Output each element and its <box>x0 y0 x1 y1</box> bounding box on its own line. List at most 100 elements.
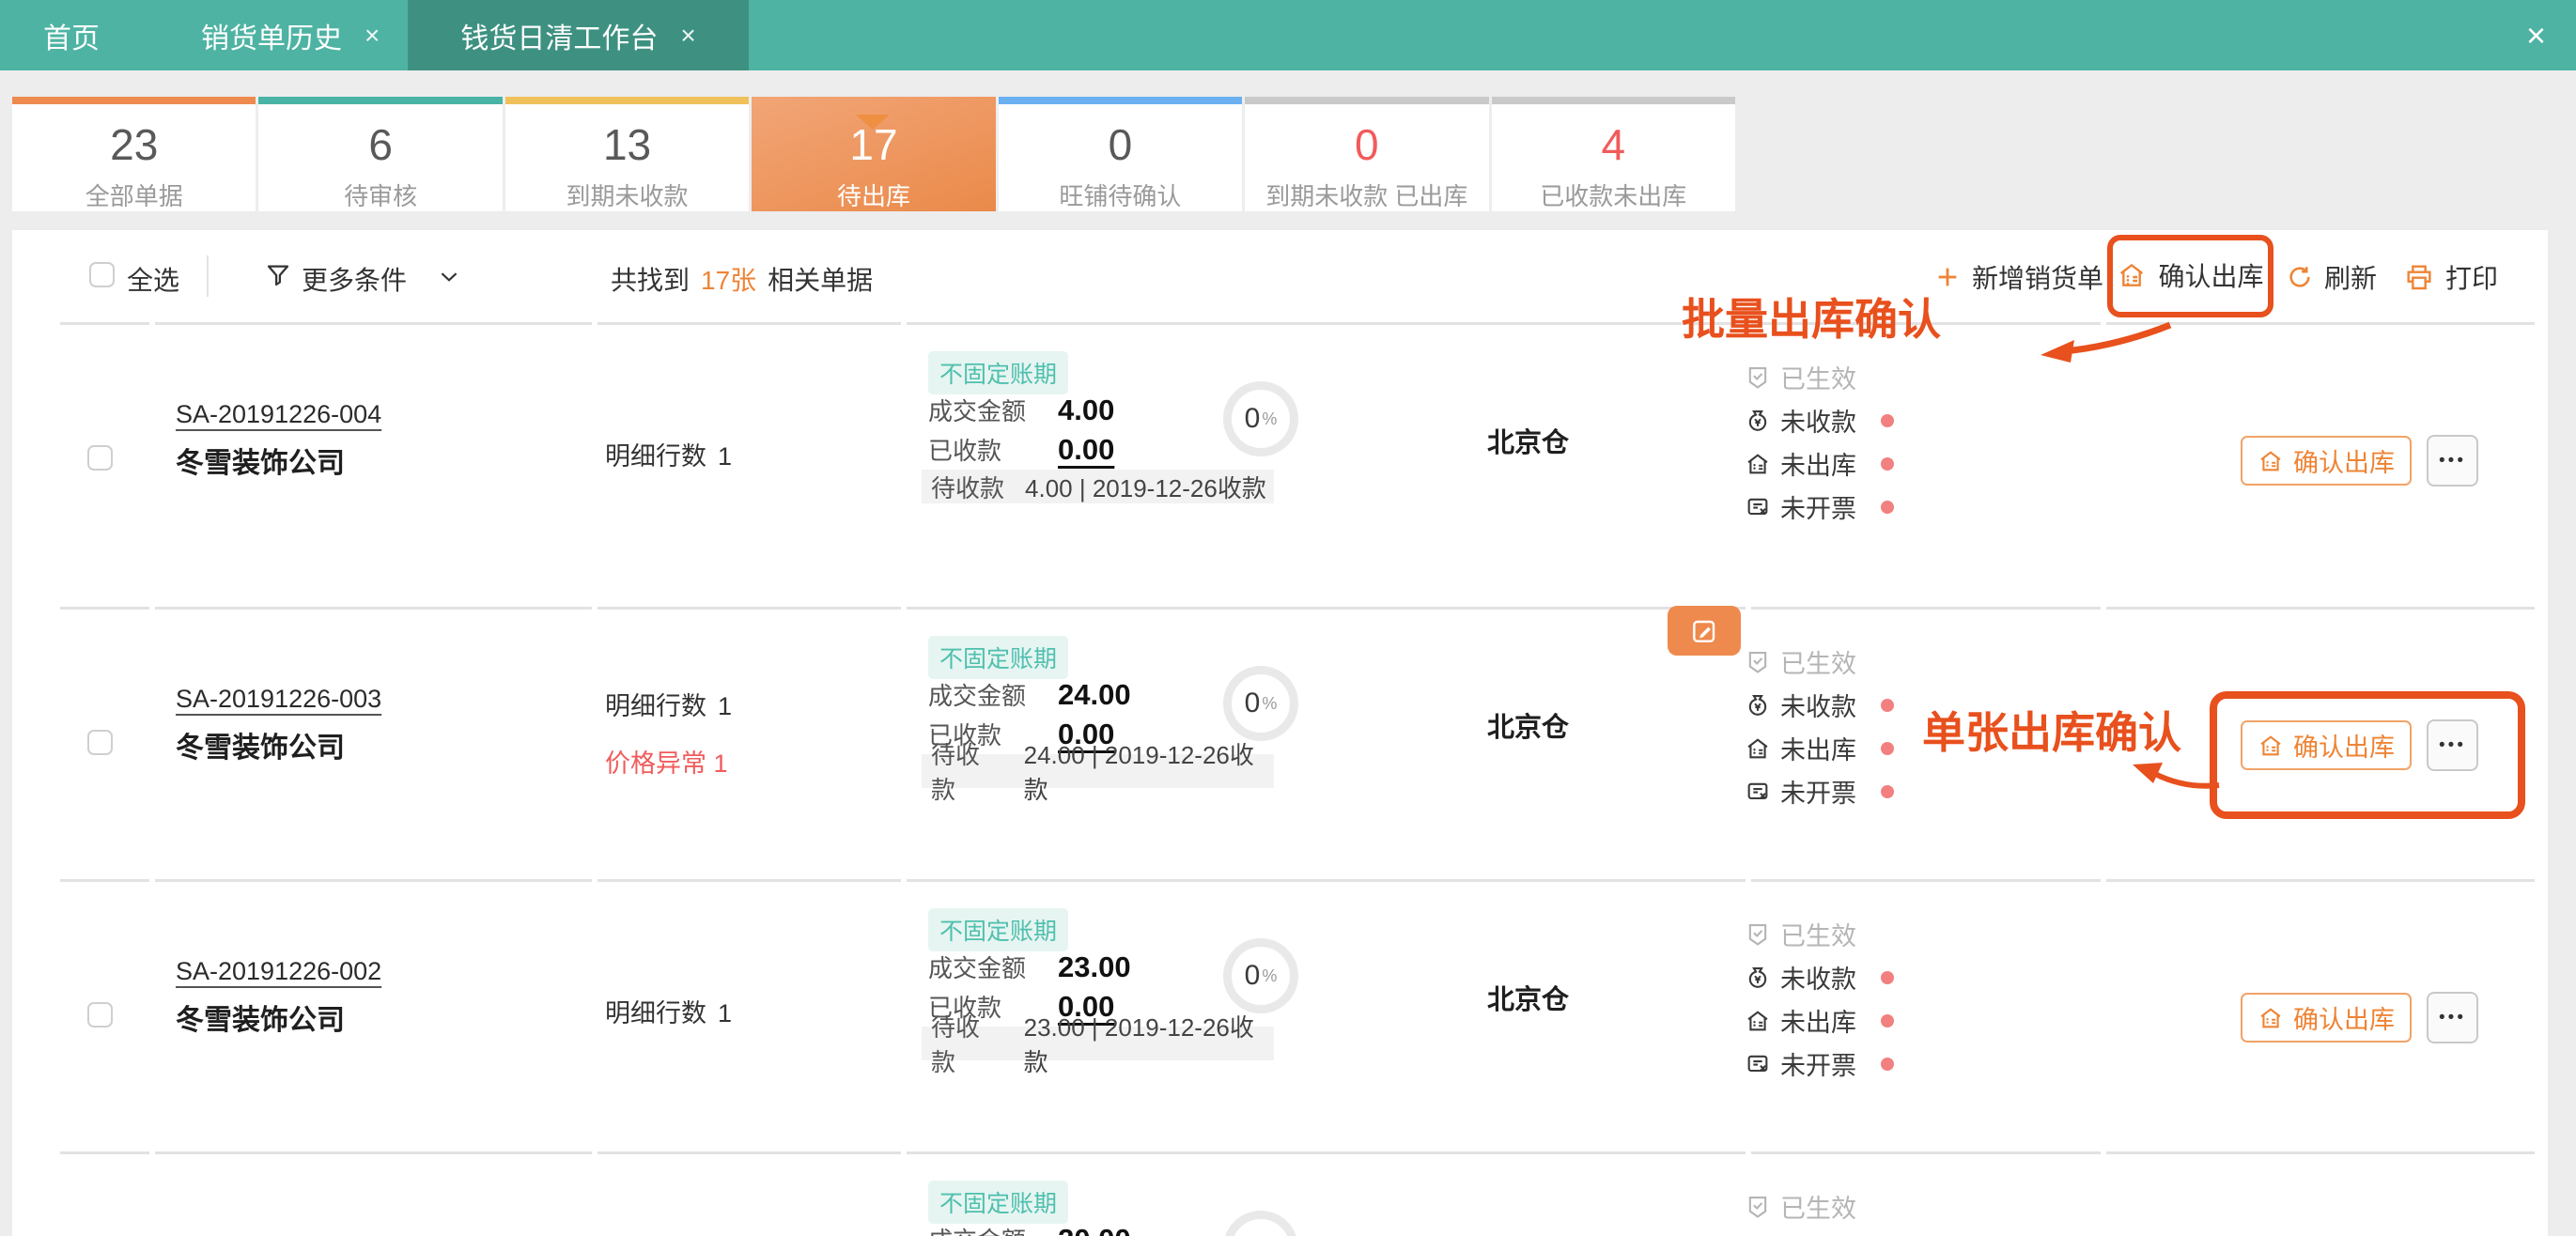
stat-value: 13 <box>602 120 652 169</box>
filter-funnel-icon[interactable] <box>264 261 292 289</box>
payment-term-badge: 不固定账期 <box>928 351 1069 394</box>
toolbar-divider <box>207 255 209 297</box>
stat-card-paid-not-outbound[interactable]: 4 已收款未出库 <box>1491 97 1735 211</box>
card-accent-bar <box>1245 97 1489 104</box>
alert-dot <box>1881 413 1894 427</box>
cash-icon <box>1748 409 1767 431</box>
status-not-outbound: 未出库 <box>1745 730 1894 766</box>
order-number-link[interactable]: SA-20191226-004 <box>176 400 381 429</box>
more-actions-button[interactable]: ••• <box>2427 992 2478 1043</box>
stat-label: 全部单据 <box>85 182 183 210</box>
alert-dot <box>1881 784 1894 798</box>
price-warning: 价格异常 1 <box>605 749 728 778</box>
printer-icon <box>2407 265 2431 290</box>
alert-dot <box>1881 456 1894 471</box>
received-amount-line: 已收款 0.00 <box>928 433 1115 467</box>
confirm-outbound-button[interactable]: 确认出库 <box>2241 993 2412 1043</box>
found-count: 17张 <box>701 266 757 295</box>
pending-amount-line: 待收款 23.00 | 2019-12-26收款 <box>922 1013 1274 1076</box>
found-prefix: 共找到 <box>611 266 691 295</box>
more-actions-button[interactable]: ••• <box>2427 435 2478 487</box>
stat-value: 4 <box>1601 120 1626 169</box>
single-outbound-annotation: 单张出库确认 <box>1922 708 2181 757</box>
warehouse-icon <box>2260 450 2281 471</box>
annotation-arrow <box>2133 763 2220 789</box>
card-accent-bar <box>504 97 750 104</box>
stat-card-due-unpaid-outbound[interactable]: 0 到期未收款 已出库 <box>1245 97 1489 211</box>
payment-term-badge: 不固定账期 <box>928 636 1069 679</box>
stat-card-due-unpaid[interactable]: 13 到期未收款 <box>504 97 750 211</box>
warehouse-icon <box>1747 737 1768 758</box>
status-effective: 已生效 <box>1745 1188 1856 1225</box>
annotation-arrow <box>2041 321 2172 363</box>
row-checkbox[interactable] <box>87 730 113 755</box>
refresh-button[interactable]: 刷新 <box>2287 258 2377 296</box>
tab-sales-history[interactable]: 销货单历史 × <box>173 0 408 70</box>
top-tab-bar: 首页 销货单历史 × 钱货日清工作台 × × <box>0 0 2576 70</box>
received-percent-donut: 0% <box>1223 666 1298 741</box>
select-all-checkbox[interactable] <box>89 262 115 287</box>
received-percent-donut: 0% <box>1223 938 1298 1013</box>
order-row: 不固定账期 成交金额20.00 已生效 <box>12 1154 2548 1236</box>
warehouse-icon <box>1747 1010 1768 1030</box>
toolbar-confirm-highlight-box <box>2107 235 2273 317</box>
confirm-outbound-button[interactable]: 确认出库 <box>2241 436 2412 486</box>
app-window: 首页 销货单历史 × 钱货日清工作台 × × 23 全部单据 6 待审核 13 … <box>0 0 2576 1236</box>
chevron-down-icon[interactable] <box>437 265 461 289</box>
order-number-link[interactable]: SA-20191226-003 <box>176 685 381 714</box>
bookmark-check-icon <box>1748 366 1767 389</box>
tab-workbench[interactable]: 钱货日清工作台 × <box>408 0 749 70</box>
alert-dot <box>1881 698 1894 712</box>
print-button[interactable]: 打印 <box>2404 258 2498 296</box>
warehouse-icon <box>2260 1007 2281 1027</box>
close-tab-icon[interactable]: × <box>680 21 695 51</box>
status-no-invoice: 未开票 <box>1745 488 1894 525</box>
stat-label: 待审核 <box>344 182 418 210</box>
refresh-icon <box>2289 267 2310 287</box>
result-count-text: 共找到 17张 相关单据 <box>611 260 873 298</box>
status-unpaid: 未收款 <box>1745 959 1894 996</box>
bookmark-check-icon <box>1748 923 1767 946</box>
received-amount-link[interactable]: 0.00 <box>1058 433 1114 467</box>
stat-value: 0 <box>1355 120 1379 169</box>
active-card-pointer <box>856 115 890 130</box>
select-all-label[interactable]: 全选 <box>127 260 179 298</box>
alert-dot <box>1881 500 1894 514</box>
alert-dot <box>1881 1057 1894 1071</box>
detail-line-count: 明细行数 1 <box>605 999 733 1027</box>
order-row: SA-20191226-002 冬雪装饰公司 明细行数 1 不固定账期 成交金额 2… <box>12 882 2548 1154</box>
deal-amount-line: 成交金额 24.00 <box>928 678 1131 711</box>
warehouse-name: 北京仓 <box>1487 713 1570 743</box>
stat-value: 6 <box>368 120 393 169</box>
tab-label: 钱货日清工作台 <box>460 23 659 54</box>
status-unpaid: 未收款 <box>1745 687 1894 723</box>
tab-label: 首页 <box>43 23 100 54</box>
received-percent-donut: 0% <box>1223 381 1298 456</box>
order-number-link[interactable]: SA-20191226-002 <box>176 957 381 986</box>
deal-amount-line: 成交金额20.00 <box>928 1222 1131 1236</box>
stat-label: 待出库 <box>836 182 910 210</box>
status-no-invoice: 未开票 <box>1745 773 1894 810</box>
add-sales-order-button[interactable]: 新增销货单 <box>1934 258 2103 296</box>
close-icon[interactable]: × <box>2509 0 2563 70</box>
payment-term-badge: 不固定账期 <box>928 1181 1069 1224</box>
tab-home[interactable]: 首页 <box>0 0 143 70</box>
alert-dot <box>1881 741 1894 755</box>
edit-order-badge[interactable] <box>1668 606 1741 656</box>
stat-card-all[interactable]: 23 全部单据 <box>12 97 256 211</box>
card-accent-bar <box>998 97 1243 104</box>
row-checkbox[interactable] <box>87 1002 113 1027</box>
status-not-outbound: 未出库 <box>1745 445 1894 482</box>
stat-label: 旺铺待确认 <box>1059 182 1182 210</box>
stat-card-shop-confirm[interactable]: 0 旺铺待确认 <box>998 97 1243 211</box>
bookmark-check-icon <box>1748 1196 1767 1218</box>
alert-dot <box>1881 970 1894 984</box>
more-filters-button[interactable]: 更多条件 <box>302 260 407 298</box>
stat-label: 已收款未出库 <box>1540 182 1687 210</box>
cash-icon <box>1748 966 1767 988</box>
row-checkbox[interactable] <box>87 445 113 471</box>
stat-card-pending-review[interactable]: 6 待审核 <box>258 97 503 211</box>
close-tab-icon[interactable]: × <box>365 21 380 51</box>
customer-name: 冬雪装饰公司 <box>176 448 345 479</box>
status-no-invoice: 未开票 <box>1745 1045 1894 1082</box>
